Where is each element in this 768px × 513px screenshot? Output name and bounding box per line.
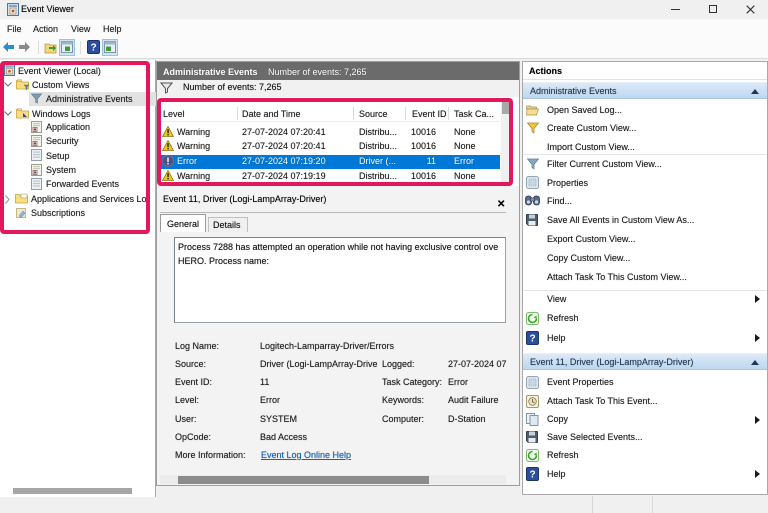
svg-text:?: ? — [529, 334, 535, 345]
svg-text:?: ? — [90, 43, 96, 54]
svg-text:?: ? — [529, 470, 535, 481]
